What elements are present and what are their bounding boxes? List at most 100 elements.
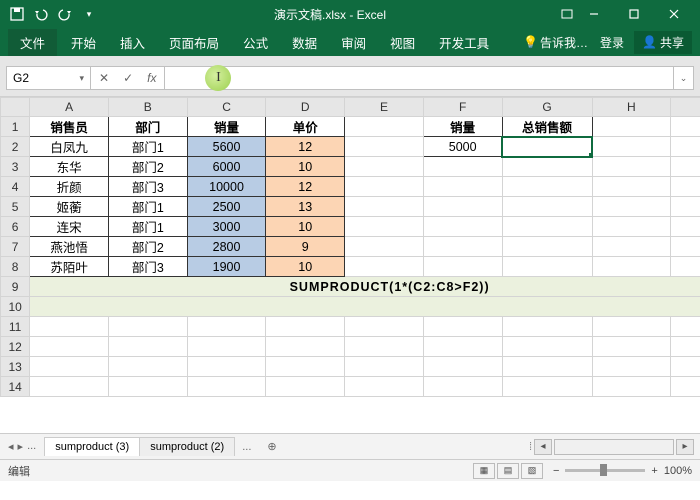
cell-H5[interactable] (592, 197, 671, 217)
cell-I4[interactable] (671, 177, 700, 197)
sheet-nav-first-icon[interactable]: ◂ (8, 440, 14, 453)
save-icon[interactable] (6, 3, 28, 25)
row-header-11[interactable]: 11 (1, 317, 30, 337)
worksheet-grid[interactable]: ABCDEFGHI1销售员部门销量单价销量总销售额2白凤九部门156001250… (0, 97, 700, 433)
cell-D14[interactable] (266, 377, 345, 397)
row-header-3[interactable]: 3 (1, 157, 30, 177)
cell-F8[interactable] (423, 257, 502, 277)
cell-I8[interactable] (671, 257, 700, 277)
enter-icon[interactable]: ✓ (123, 71, 133, 85)
ribbon-display-icon[interactable] (560, 7, 574, 21)
cell-H6[interactable] (592, 217, 671, 237)
cell-H2[interactable] (592, 137, 671, 157)
sheet-tab-active[interactable]: sumproduct (3) (44, 437, 140, 456)
cell-I13[interactable] (671, 357, 700, 377)
cell-G1[interactable]: 总销售额 (502, 117, 592, 137)
cell-F3[interactable] (423, 157, 502, 177)
cell-F12[interactable] (423, 337, 502, 357)
cell-F1[interactable]: 销量 (423, 117, 502, 137)
cell-B11[interactable] (108, 317, 187, 337)
cell-A5[interactable]: 姬蘅 (30, 197, 109, 217)
cell-I2[interactable] (671, 137, 700, 157)
cell-E11[interactable] (345, 317, 424, 337)
scroll-right-icon[interactable]: ▸ (676, 439, 694, 455)
cell-A13[interactable] (30, 357, 109, 377)
cell-F13[interactable] (423, 357, 502, 377)
cell-A2[interactable]: 白凤九 (30, 137, 109, 157)
formula-input[interactable] (165, 67, 673, 89)
formula-display-cell[interactable]: SUMPRODUCT(1*(C2:C8>F2)) (30, 277, 700, 297)
cell-C4[interactable]: 10000 (187, 177, 266, 197)
col-header-A[interactable]: A (30, 98, 109, 117)
horizontal-scrollbar[interactable]: ⁞ ◂ ▸ (285, 439, 700, 455)
col-header-E[interactable]: E (345, 98, 424, 117)
view-pagelayout-icon[interactable]: ▤ (497, 463, 519, 479)
cell-B3[interactable]: 部门2 (108, 157, 187, 177)
cell-H4[interactable] (592, 177, 671, 197)
cell-A7[interactable]: 燕池悟 (30, 237, 109, 257)
cell-I5[interactable] (671, 197, 700, 217)
col-header-C[interactable]: C (187, 98, 266, 117)
row-header-2[interactable]: 2 (1, 137, 30, 157)
row-header-5[interactable]: 5 (1, 197, 30, 217)
cell-D13[interactable] (266, 357, 345, 377)
cell-I14[interactable] (671, 377, 700, 397)
cell-F7[interactable] (423, 237, 502, 257)
cell-E14[interactable] (345, 377, 424, 397)
cell-H7[interactable] (592, 237, 671, 257)
cell-F6[interactable] (423, 217, 502, 237)
cell-G8[interactable] (502, 257, 592, 277)
cell-B13[interactable] (108, 357, 187, 377)
scroll-left-icon[interactable]: ◂ (534, 439, 552, 455)
share-button[interactable]: 👤 共享 (634, 31, 692, 54)
cell-C6[interactable]: 3000 (187, 217, 266, 237)
cell-I12[interactable] (671, 337, 700, 357)
col-header-F[interactable]: F (423, 98, 502, 117)
maximize-button[interactable] (614, 0, 654, 28)
cell-D11[interactable] (266, 317, 345, 337)
sheet-nav-dots[interactable]: ... (27, 440, 36, 453)
cell-A8[interactable]: 苏陌叶 (30, 257, 109, 277)
cell-F11[interactable] (423, 317, 502, 337)
cell-C3[interactable]: 6000 (187, 157, 266, 177)
cell-E7[interactable] (345, 237, 424, 257)
cancel-icon[interactable]: ✕ (99, 71, 109, 85)
row-header-6[interactable]: 6 (1, 217, 30, 237)
cell-D4[interactable]: 12 (266, 177, 345, 197)
tab-formulas[interactable]: 公式 (233, 29, 278, 56)
cell-C2[interactable]: 5600 (187, 137, 266, 157)
cell-H11[interactable] (592, 317, 671, 337)
cell-I11[interactable] (671, 317, 700, 337)
row-header-14[interactable]: 14 (1, 377, 30, 397)
row-header-9[interactable]: 9 (1, 277, 30, 297)
cell-B7[interactable]: 部门2 (108, 237, 187, 257)
cell-C7[interactable]: 2800 (187, 237, 266, 257)
sheet-tab-more[interactable]: ... (234, 438, 259, 456)
cell-C8[interactable]: 1900 (187, 257, 266, 277)
view-pagebreak-icon[interactable]: ▧ (521, 463, 543, 479)
cell-I7[interactable] (671, 237, 700, 257)
cell-B2[interactable]: 部门1 (108, 137, 187, 157)
minimize-button[interactable] (574, 0, 614, 28)
chevron-down-icon[interactable]: ▾ (79, 73, 84, 84)
tab-developer[interactable]: 开发工具 (429, 29, 499, 56)
col-header-H[interactable]: H (592, 98, 671, 117)
zoom-slider[interactable] (565, 469, 645, 472)
cell-D1[interactable]: 单价 (266, 117, 345, 137)
cell-D7[interactable]: 9 (266, 237, 345, 257)
row-header-8[interactable]: 8 (1, 257, 30, 277)
cell-E6[interactable] (345, 217, 424, 237)
zoom-level[interactable]: 100% (664, 465, 692, 477)
cell-C12[interactable] (187, 337, 266, 357)
close-button[interactable] (654, 0, 694, 28)
cell-E4[interactable] (345, 177, 424, 197)
sheet-nav-last-icon[interactable]: ▸ (18, 440, 24, 453)
tab-pagelayout[interactable]: 页面布局 (159, 29, 229, 56)
cell-D2[interactable]: 12 (266, 137, 345, 157)
zoom-out-icon[interactable]: − (553, 465, 559, 477)
cell-A6[interactable]: 连宋 (30, 217, 109, 237)
cell-H3[interactable] (592, 157, 671, 177)
cell-B6[interactable]: 部门1 (108, 217, 187, 237)
cell-C5[interactable]: 2500 (187, 197, 266, 217)
col-header-D[interactable]: D (266, 98, 345, 117)
